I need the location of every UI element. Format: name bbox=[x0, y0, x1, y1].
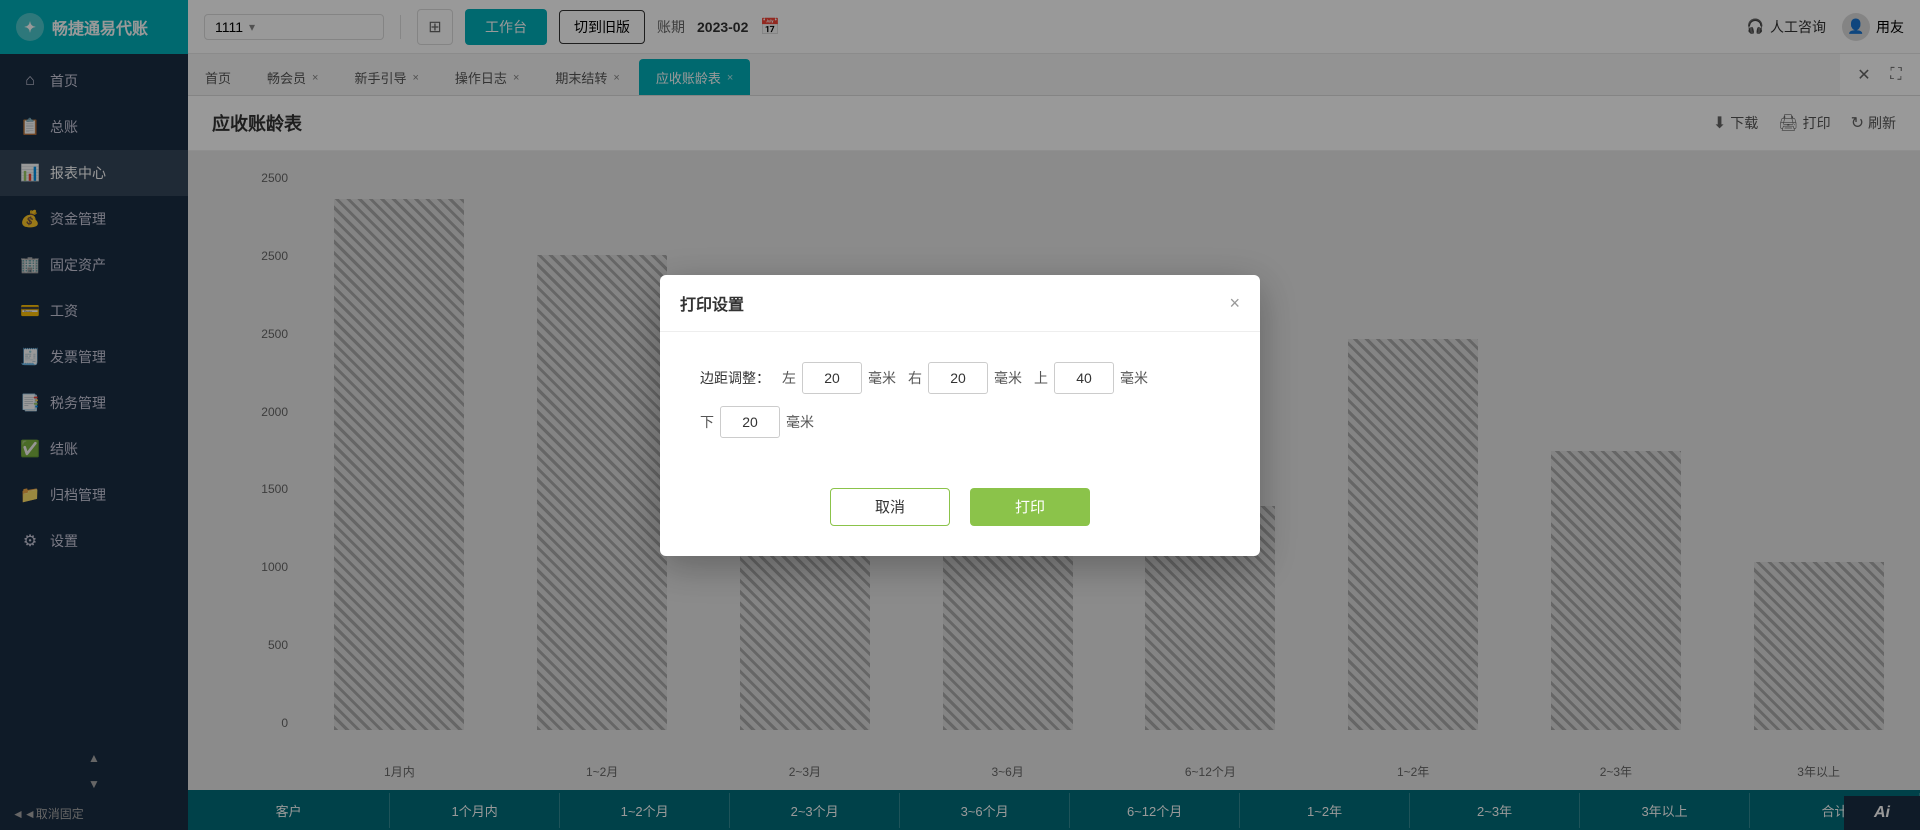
bottom-direction-label: 下 bbox=[700, 412, 714, 432]
confirm-print-button[interactable]: 打印 bbox=[970, 488, 1090, 526]
modal-body: 边距调整： 左 毫米 右 毫米 上 毫米 下 bbox=[660, 332, 1260, 468]
right-unit-label: 毫米 bbox=[994, 368, 1022, 388]
bottom-unit-label: 毫米 bbox=[786, 412, 814, 432]
top-direction-label: 上 bbox=[1034, 368, 1048, 388]
margin-right-input[interactable] bbox=[928, 362, 988, 394]
margin-left-group: 左 毫米 bbox=[782, 362, 896, 394]
modal-overlay[interactable]: 打印设置 × 边距调整： 左 毫米 右 毫米 上 毫米 bbox=[0, 0, 1920, 830]
top-unit-label: 毫米 bbox=[1120, 368, 1148, 388]
margin-label: 边距调整： bbox=[700, 368, 770, 388]
margin-left-input[interactable] bbox=[802, 362, 862, 394]
cancel-button[interactable]: 取消 bbox=[830, 488, 950, 526]
margin-row: 边距调整： 左 毫米 右 毫米 上 毫米 下 bbox=[700, 362, 1220, 438]
modal-footer: 取消 打印 bbox=[660, 468, 1260, 556]
left-direction-label: 左 bbox=[782, 368, 796, 388]
modal-title: 打印设置 bbox=[680, 291, 744, 315]
modal-close-button[interactable]: × bbox=[1229, 294, 1240, 312]
margin-bottom-group: 下 毫米 bbox=[700, 406, 814, 438]
margin-top-group: 上 毫米 bbox=[1034, 362, 1148, 394]
left-unit-label: 毫米 bbox=[868, 368, 896, 388]
margin-top-input[interactable] bbox=[1054, 362, 1114, 394]
right-direction-label: 右 bbox=[908, 368, 922, 388]
margin-bottom-input[interactable] bbox=[720, 406, 780, 438]
margin-right-group: 右 毫米 bbox=[908, 362, 1022, 394]
modal-header: 打印设置 × bbox=[660, 275, 1260, 332]
print-settings-modal: 打印设置 × 边距调整： 左 毫米 右 毫米 上 毫米 bbox=[660, 275, 1260, 556]
